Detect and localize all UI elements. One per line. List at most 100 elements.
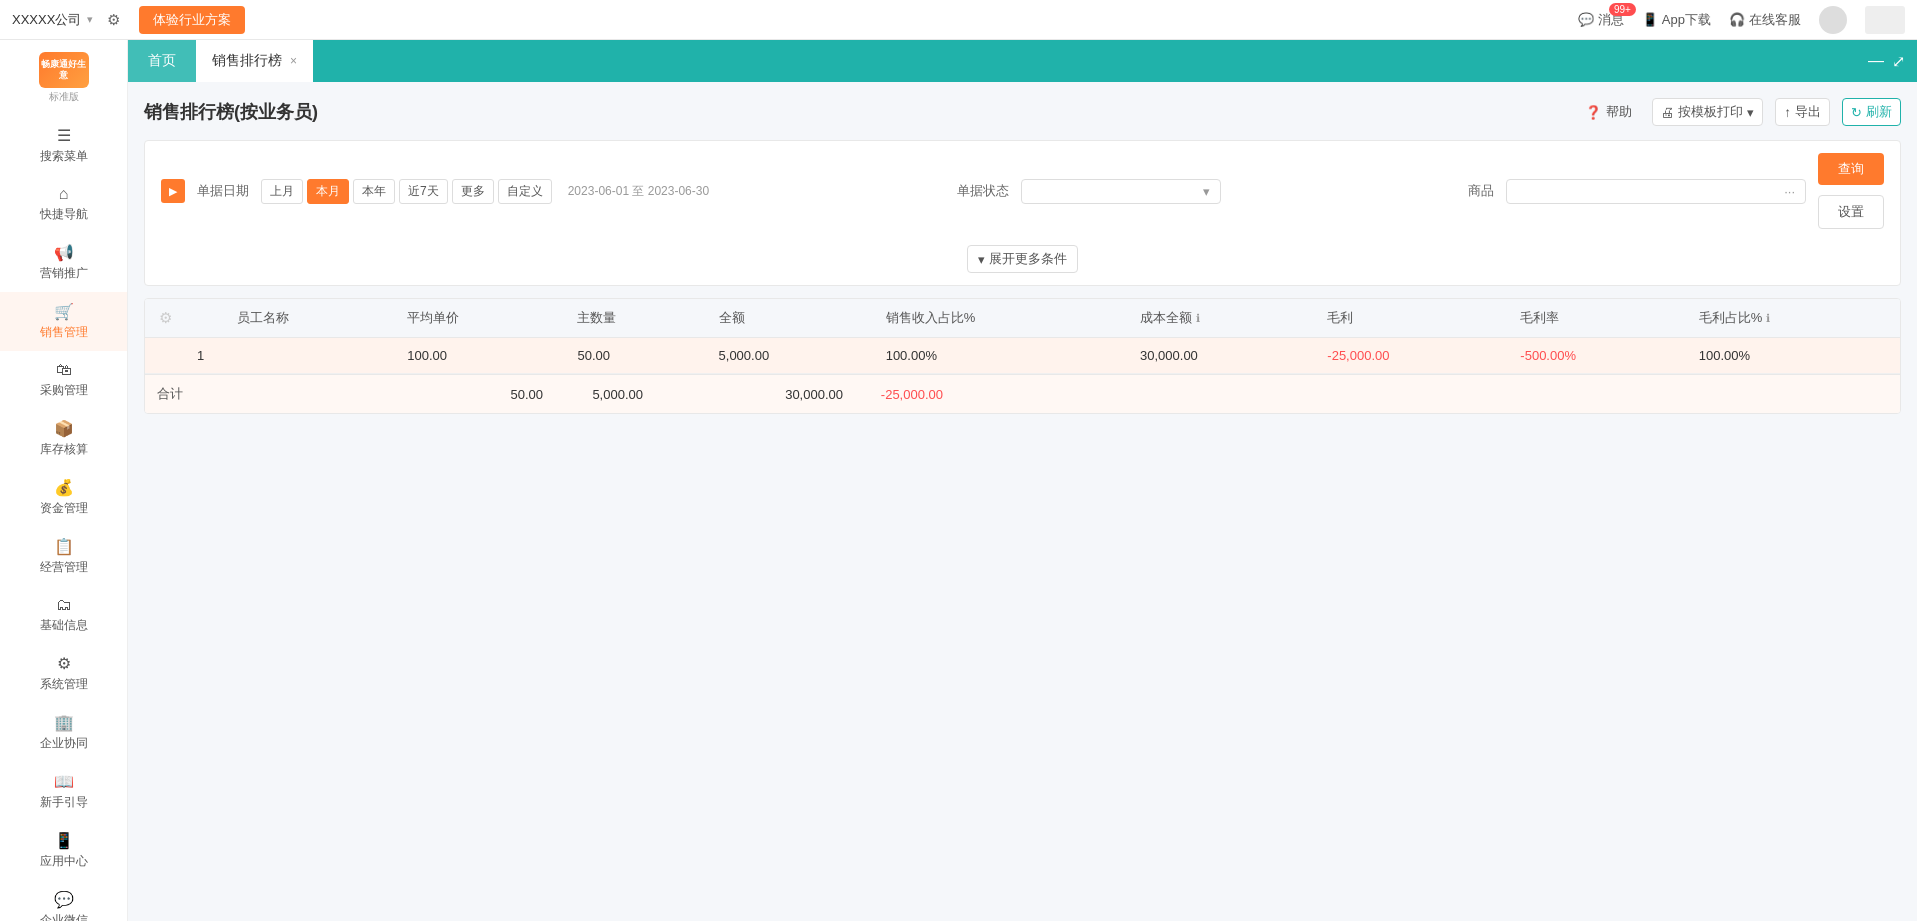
table-wrap: ⚙ 员工名称 平均单价 主数量 全额 销售收入占比% 成本全额	[145, 299, 1900, 374]
filter-row-1: ▶ 单据日期 上月 本月 本年 近7天 更多 自定义 2023-06-01 至 …	[161, 153, 1884, 229]
tab-close-icon[interactable]: ×	[290, 54, 297, 68]
app-download-button[interactable]: 📱 App下载	[1642, 11, 1711, 29]
table-settings-button[interactable]: 设置	[1818, 195, 1884, 229]
th-profit: 毛利	[1315, 299, 1508, 338]
cost-info-icon[interactable]: ℹ	[1196, 312, 1200, 324]
status-select[interactable]: ▾	[1021, 179, 1221, 204]
maximize-icon[interactable]: ⤢	[1892, 52, 1905, 71]
notification-button[interactable]: 💬 消息 99+	[1578, 11, 1624, 29]
date-preset-group: 上月 本月 本年 近7天 更多 自定义	[261, 179, 552, 204]
th-settings: ⚙	[145, 299, 185, 338]
preset-last-month[interactable]: 上月	[261, 179, 303, 204]
sidebar-label-basic-info: 基础信息	[40, 617, 88, 634]
logo-image: 畅康通好生意	[39, 52, 89, 88]
sidebar-item-app-center[interactable]: 📱 应用中心	[0, 821, 127, 880]
main-layout: 畅康通好生意 标准版 ☰ 搜索菜单 ⌂ 快捷导航 📢 营销推广 🛒 销售管理 🛍…	[0, 40, 1917, 921]
th-cost: 成本全额 ℹ	[1128, 299, 1315, 338]
tab-sales-ranking[interactable]: 销售排行榜 ×	[196, 40, 313, 82]
preset-this-month[interactable]: 本月	[307, 179, 349, 204]
footer-cost: 30,000.00	[763, 387, 843, 402]
sidebar-label-search: 搜索菜单	[40, 148, 88, 165]
preset-more[interactable]: 更多	[452, 179, 494, 204]
notif-badge: 99+	[1609, 3, 1636, 16]
sidebar-label-sales: 销售管理	[40, 324, 88, 341]
sidebar-label-quick-nav: 快捷导航	[40, 206, 88, 223]
sidebar-label-app-center: 应用中心	[40, 853, 88, 870]
goods-filter-label: 商品	[1468, 182, 1494, 200]
th-avg-price: 平均单价	[395, 299, 565, 338]
refresh-icon: ↻	[1851, 105, 1862, 120]
column-settings-icon[interactable]: ⚙	[159, 309, 172, 326]
th-name: 员工名称	[225, 299, 395, 338]
page-content: 销售排行榜(按业务员) ❓ 帮助 🖨 按模板打印 ▾ ↑	[128, 82, 1917, 921]
sidebar-label-inventory: 库存核算	[40, 441, 88, 458]
app-label: App下载	[1662, 11, 1711, 29]
filter-bar: ▶ 单据日期 上月 本月 本年 近7天 更多 自定义 2023-06-01 至 …	[144, 140, 1901, 286]
refresh-button[interactable]: ↻ 刷新	[1842, 98, 1901, 126]
sidebar: 畅康通好生意 标准版 ☰ 搜索菜单 ⌂ 快捷导航 📢 营销推广 🛒 销售管理 🛍…	[0, 40, 128, 921]
th-profit-pct: 毛利占比% ℹ	[1687, 299, 1900, 338]
preset-this-year[interactable]: 本年	[353, 179, 395, 204]
expand-row: ▾ 展开更多条件	[161, 237, 1884, 273]
sidebar-item-system[interactable]: ⚙ 系统管理	[0, 644, 127, 703]
tab-bar: 首页 销售排行榜 × — ⤢	[128, 40, 1917, 82]
query-area: 查询 设置	[1818, 153, 1884, 229]
status-chevron-icon: ▾	[1203, 184, 1210, 199]
footer-total-label: 合计	[157, 385, 183, 403]
goods-input[interactable]: ···	[1506, 179, 1806, 204]
print-button[interactable]: 🖨 按模板打印 ▾	[1652, 98, 1763, 126]
sidebar-item-sales[interactable]: 🛒 销售管理	[0, 292, 127, 351]
help-button[interactable]: ❓ 帮助	[1577, 99, 1640, 125]
sidebar-item-enterprise[interactable]: 🏢 企业协同	[0, 703, 127, 762]
sidebar-item-marketing[interactable]: 📢 营销推广	[0, 233, 127, 292]
td-profit: -25,000.00	[1315, 338, 1508, 374]
export-label: 导出	[1795, 103, 1821, 121]
sidebar-item-inventory[interactable]: 📦 库存核算	[0, 409, 127, 468]
top-bar: XXXXX公司 ▾ ⚙ 体验行业方案 💬 消息 99+ 📱 App下载 🎧 在线…	[0, 0, 1917, 40]
service-label: 在线客服	[1749, 11, 1801, 29]
sidebar-item-wechat[interactable]: 💬 企业微信	[0, 880, 127, 921]
date-filter-label: 单据日期	[197, 182, 249, 200]
sidebar-item-search[interactable]: ☰ 搜索菜单	[0, 116, 127, 175]
filter-toggle-button[interactable]: ▶	[161, 179, 185, 203]
sidebar-item-basic-info[interactable]: 🗂 基础信息	[0, 586, 127, 644]
company-selector[interactable]: XXXXX公司 ▾	[12, 11, 93, 29]
sidebar-item-operations[interactable]: 📋 经营管理	[0, 527, 127, 586]
settings-button[interactable]: ⚙	[99, 6, 127, 34]
tab-home[interactable]: 首页	[128, 40, 196, 82]
footer-amount: 5,000.00	[563, 387, 643, 402]
minimize-icon[interactable]: —	[1868, 52, 1884, 70]
home-icon: ⌂	[59, 185, 69, 203]
chevron-down-icon: ▾	[87, 13, 93, 26]
td-cost: 30,000.00	[1128, 338, 1315, 374]
goods-more-icon[interactable]: ···	[1784, 184, 1795, 199]
sidebar-label-operations: 经营管理	[40, 559, 88, 576]
td-amount: 5,000.00	[707, 338, 874, 374]
trial-button[interactable]: 体验行业方案	[139, 6, 245, 34]
sidebar-label-marketing: 营销推广	[40, 265, 88, 282]
profit-pct-info-icon[interactable]: ℹ	[1766, 312, 1770, 324]
preset-custom[interactable]: 自定义	[498, 179, 552, 204]
export-icon: ↑	[1784, 105, 1791, 120]
table-row: 1 100.00 50.00 5,000.00 100.00% 30,000.0…	[145, 338, 1900, 374]
query-button[interactable]: 查询	[1818, 153, 1884, 185]
sidebar-label-enterprise: 企业协同	[40, 735, 88, 752]
finance-icon: 💰	[54, 478, 74, 497]
avatar[interactable]	[1819, 6, 1847, 34]
sidebar-label-guide: 新手引导	[40, 794, 88, 811]
expand-more-button[interactable]: ▾ 展开更多条件	[967, 245, 1078, 273]
preset-7days[interactable]: 近7天	[399, 179, 448, 204]
td-profit-rate: -500.00%	[1508, 338, 1686, 374]
purchase-icon: 🛍	[56, 361, 72, 379]
online-service-button[interactable]: 🎧 在线客服	[1729, 11, 1801, 29]
sidebar-item-guide[interactable]: 📖 新手引导	[0, 762, 127, 821]
inventory-icon: 📦	[54, 419, 74, 438]
refresh-label: 刷新	[1866, 103, 1892, 121]
page-actions: ❓ 帮助 🖨 按模板打印 ▾ ↑ 导出 ↻	[1577, 98, 1901, 126]
export-button[interactable]: ↑ 导出	[1775, 98, 1830, 126]
sidebar-item-quick-nav[interactable]: ⌂ 快捷导航	[0, 175, 127, 233]
sidebar-item-purchase[interactable]: 🛍 采购管理	[0, 351, 127, 409]
sidebar-item-finance[interactable]: 💰 资金管理	[0, 468, 127, 527]
app-icon: 📱	[1642, 12, 1658, 27]
help-label: 帮助	[1606, 103, 1632, 121]
